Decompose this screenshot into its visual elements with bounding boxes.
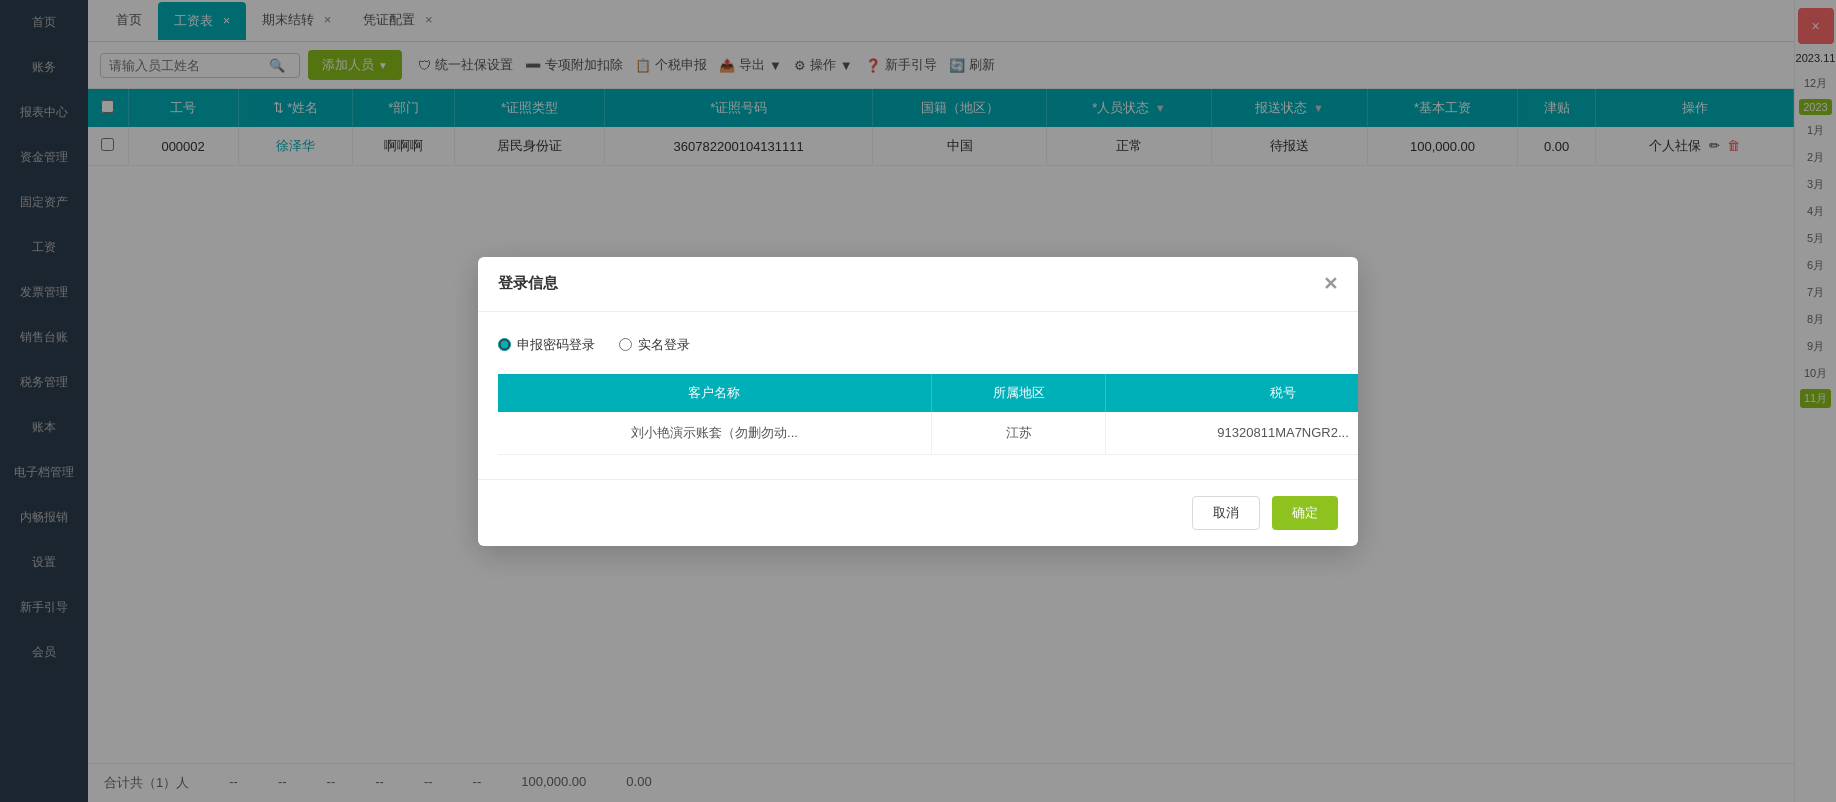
dialog-cell-taxno: 91320811MA7NGR2... (1106, 412, 1358, 455)
radio-password-input[interactable] (498, 338, 511, 351)
dialog-cell-client: 刘小艳演示账套（勿删勿动... (498, 412, 931, 455)
dialog-col-taxno: 税号 (1106, 374, 1358, 412)
dialog-overlay[interactable]: 登录信息 ✕ 申报密码登录 实名登录 客户名称 所属地区 (0, 0, 1836, 802)
dialog-col-client: 客户名称 (498, 374, 931, 412)
dialog-table-row: 刘小艳演示账套（勿删勿动... 江苏 91320811MA7NGR2... (498, 412, 1358, 455)
radio-realname-input[interactable] (619, 338, 632, 351)
dialog-body: 申报密码登录 实名登录 客户名称 所属地区 税号 个税密码 (478, 312, 1358, 479)
login-info-table: 客户名称 所属地区 税号 个税密码 刘小艳演示账套（勿删勿动... 江苏 913… (498, 374, 1358, 455)
dialog-header: 登录信息 ✕ (478, 257, 1358, 312)
login-type-radio-group: 申报密码登录 实名登录 (498, 336, 1338, 354)
login-dialog: 登录信息 ✕ 申报密码登录 实名登录 客户名称 所属地区 (478, 257, 1358, 546)
radio-realname-login[interactable]: 实名登录 (619, 336, 690, 354)
dialog-close-button[interactable]: ✕ (1323, 273, 1338, 295)
dialog-footer: 取消 确定 (478, 479, 1358, 546)
dialog-cell-region: 江苏 (931, 412, 1105, 455)
confirm-button[interactable]: 确定 (1272, 496, 1338, 530)
radio-password-login[interactable]: 申报密码登录 (498, 336, 595, 354)
cancel-button[interactable]: 取消 (1192, 496, 1260, 530)
dialog-title: 登录信息 (498, 274, 558, 293)
dialog-col-region: 所属地区 (931, 374, 1105, 412)
